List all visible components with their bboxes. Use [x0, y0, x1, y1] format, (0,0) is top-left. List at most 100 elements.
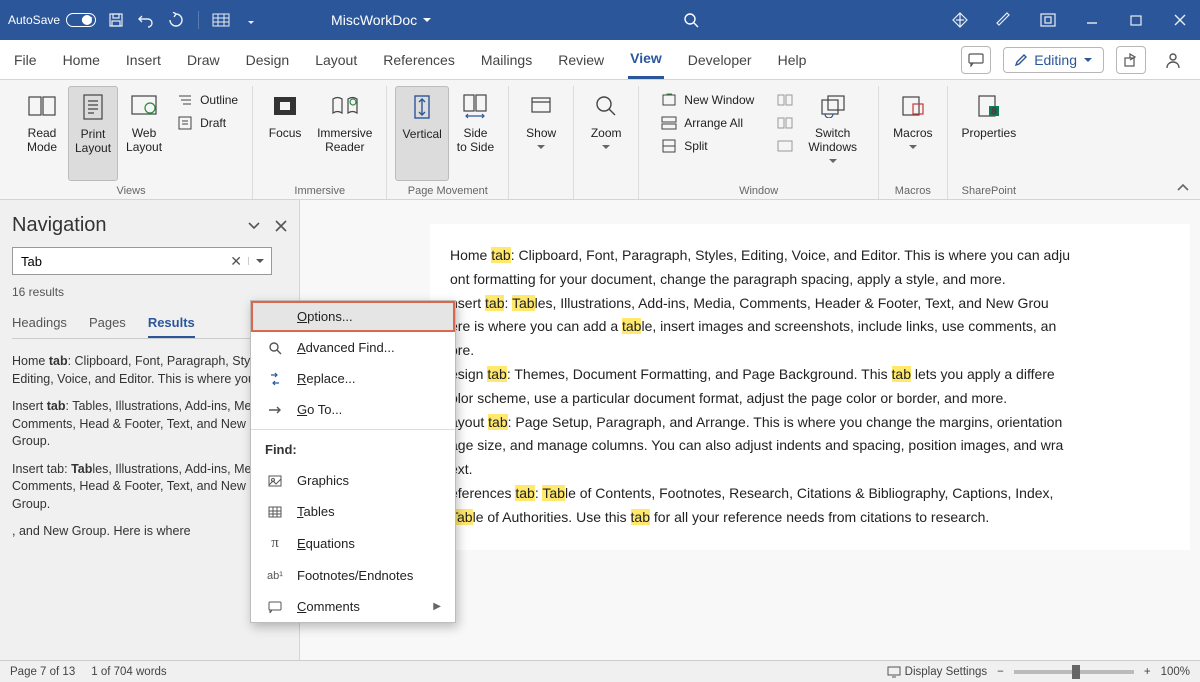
zoom-level[interactable]: 100%	[1161, 666, 1190, 678]
arrange-all-button[interactable]: Arrange All	[654, 113, 760, 133]
tab-design[interactable]: Design	[244, 42, 292, 78]
save-icon[interactable]	[106, 10, 126, 30]
tab-layout[interactable]: Layout	[313, 42, 359, 78]
nav-search[interactable]: ✕	[12, 247, 272, 275]
side-to-side-button[interactable]: Side to Side	[451, 86, 500, 181]
read-mode-button[interactable]: Read Mode	[18, 86, 66, 181]
chevron-down-icon	[601, 144, 611, 150]
menu-advanced-find[interactable]: Advanced Find...	[251, 332, 455, 363]
menu-options[interactable]: Options...	[251, 301, 455, 332]
svg-text:S: S	[991, 107, 996, 116]
share-button[interactable]	[1116, 46, 1146, 74]
switch-windows-button[interactable]: Switch Windows	[802, 86, 863, 181]
nav-result-item[interactable]: Insert tab: Tables, Illustrations, Add-i…	[12, 461, 287, 514]
draft-button[interactable]: Draft	[170, 113, 244, 133]
menu-comments[interactable]: Comments▶	[251, 591, 455, 622]
nav-result-item[interactable]: , and New Group. Here is where	[12, 523, 287, 541]
group-views: Read Mode Print Layout Web Layout Outlin…	[10, 86, 253, 199]
minimize-icon[interactable]	[1080, 10, 1104, 30]
comments-button[interactable]	[961, 46, 991, 74]
macros-button[interactable]: Macros	[887, 86, 938, 181]
user-icon[interactable]	[1158, 46, 1188, 74]
autosave[interactable]: AutoSave Off	[8, 13, 96, 27]
search-options-menu: Options... Advanced Find... Replace... G…	[250, 300, 456, 623]
sync-scroll-button[interactable]	[770, 113, 800, 133]
graphics-icon	[265, 475, 285, 487]
zoom-out-icon[interactable]: −	[997, 666, 1004, 678]
chevron-down-icon	[536, 144, 546, 150]
tab-review[interactable]: Review	[556, 42, 606, 78]
menu-graphics[interactable]: Graphics	[251, 465, 455, 496]
search-icon[interactable]	[677, 8, 705, 32]
view-side-button[interactable]	[770, 90, 800, 110]
group-label-sharepoint: SharePoint	[962, 181, 1016, 199]
focus-button[interactable]: Focus	[261, 86, 309, 181]
focus-icon[interactable]	[1036, 10, 1060, 30]
immersive-reader-button[interactable]: Immersive Reader	[311, 86, 378, 181]
search-area	[443, 8, 938, 32]
tab-view[interactable]: View	[628, 40, 664, 79]
status-page[interactable]: Page 7 of 13	[10, 666, 75, 678]
undo-icon[interactable]	[136, 10, 156, 30]
menu-replace[interactable]: Replace...	[251, 363, 455, 394]
print-layout-button[interactable]: Print Layout	[68, 86, 118, 181]
vertical-button[interactable]: Vertical	[395, 86, 448, 181]
group-zoom: Zoom	[574, 86, 639, 199]
collapse-ribbon-icon[interactable]	[1176, 183, 1190, 193]
nav-chevron-icon[interactable]	[247, 220, 261, 232]
show-button[interactable]: Show	[517, 86, 565, 193]
nav-tabs: Headings Pages Results	[12, 309, 287, 339]
reset-window-button[interactable]	[770, 136, 800, 156]
nav-search-dropdown-icon[interactable]	[248, 257, 271, 265]
autosave-state: Off	[82, 16, 93, 25]
diamond-icon[interactable]	[948, 10, 972, 30]
nav-close-icon[interactable]	[275, 220, 287, 232]
properties-button[interactable]: SProperties	[956, 86, 1023, 181]
display-settings[interactable]: Display Settings	[887, 666, 987, 678]
zoom-in-icon[interactable]: +	[1144, 666, 1151, 678]
tab-insert[interactable]: Insert	[124, 42, 163, 78]
tab-file[interactable]: File	[12, 42, 39, 78]
maximize-icon[interactable]	[1124, 10, 1148, 30]
nav-tab-results[interactable]: Results	[148, 309, 195, 338]
tab-mailings[interactable]: Mailings	[479, 42, 534, 78]
qat-dropdown-icon[interactable]	[241, 10, 261, 30]
zoom-button[interactable]: Zoom	[582, 86, 630, 193]
nav-search-clear-icon[interactable]: ✕	[224, 253, 248, 270]
nav-results: Home tab: Clipboard, Font, Paragraph, St…	[12, 353, 287, 541]
group-window: New Window Arrange All Split Switch Wind…	[639, 86, 879, 199]
web-layout-button[interactable]: Web Layout	[120, 86, 168, 181]
nav-tab-pages[interactable]: Pages	[89, 309, 126, 338]
chevron-down-icon	[1083, 56, 1093, 64]
brush-icon[interactable]	[992, 10, 1016, 30]
editing-mode[interactable]: Editing	[1003, 47, 1104, 73]
document-title[interactable]: MiscWorkDoc	[331, 12, 433, 28]
status-words[interactable]: 1 of 704 words	[91, 666, 166, 678]
nav-result-item[interactable]: Home tab: Clipboard, Font, Paragraph, St…	[12, 353, 287, 388]
menu-equations[interactable]: πEquations	[251, 527, 455, 560]
search-icon	[265, 341, 285, 355]
tab-home[interactable]: Home	[61, 42, 102, 78]
chevron-right-icon: ▶	[433, 601, 441, 612]
autosave-toggle[interactable]: Off	[66, 13, 96, 27]
new-window-button[interactable]: New Window	[654, 90, 760, 110]
tab-draw[interactable]: Draw	[185, 42, 222, 78]
table-icon[interactable]	[211, 10, 231, 30]
outline-button[interactable]: Outline	[170, 90, 244, 110]
tab-developer[interactable]: Developer	[686, 42, 754, 78]
group-label-immersive: Immersive	[294, 181, 345, 199]
zoom-slider[interactable]	[1014, 670, 1134, 674]
page[interactable]: Home tab: Clipboard, Font, Paragraph, St…	[430, 224, 1190, 550]
nav-search-input[interactable]	[13, 254, 224, 269]
close-icon[interactable]	[1168, 10, 1192, 30]
menu-goto[interactable]: Go To...	[251, 394, 455, 425]
redo-icon[interactable]	[166, 10, 186, 30]
menu-footnotes[interactable]: ab¹Footnotes/Endnotes	[251, 560, 455, 591]
tab-references[interactable]: References	[381, 42, 457, 78]
menu-tables[interactable]: Tables	[251, 496, 455, 527]
split-button[interactable]: Split	[654, 136, 760, 156]
nav-tab-headings[interactable]: Headings	[12, 309, 67, 338]
tab-help[interactable]: Help	[776, 42, 809, 78]
nav-result-item[interactable]: Insert tab: Tables, Illustrations, Add-i…	[12, 398, 287, 451]
goto-icon	[265, 404, 285, 416]
